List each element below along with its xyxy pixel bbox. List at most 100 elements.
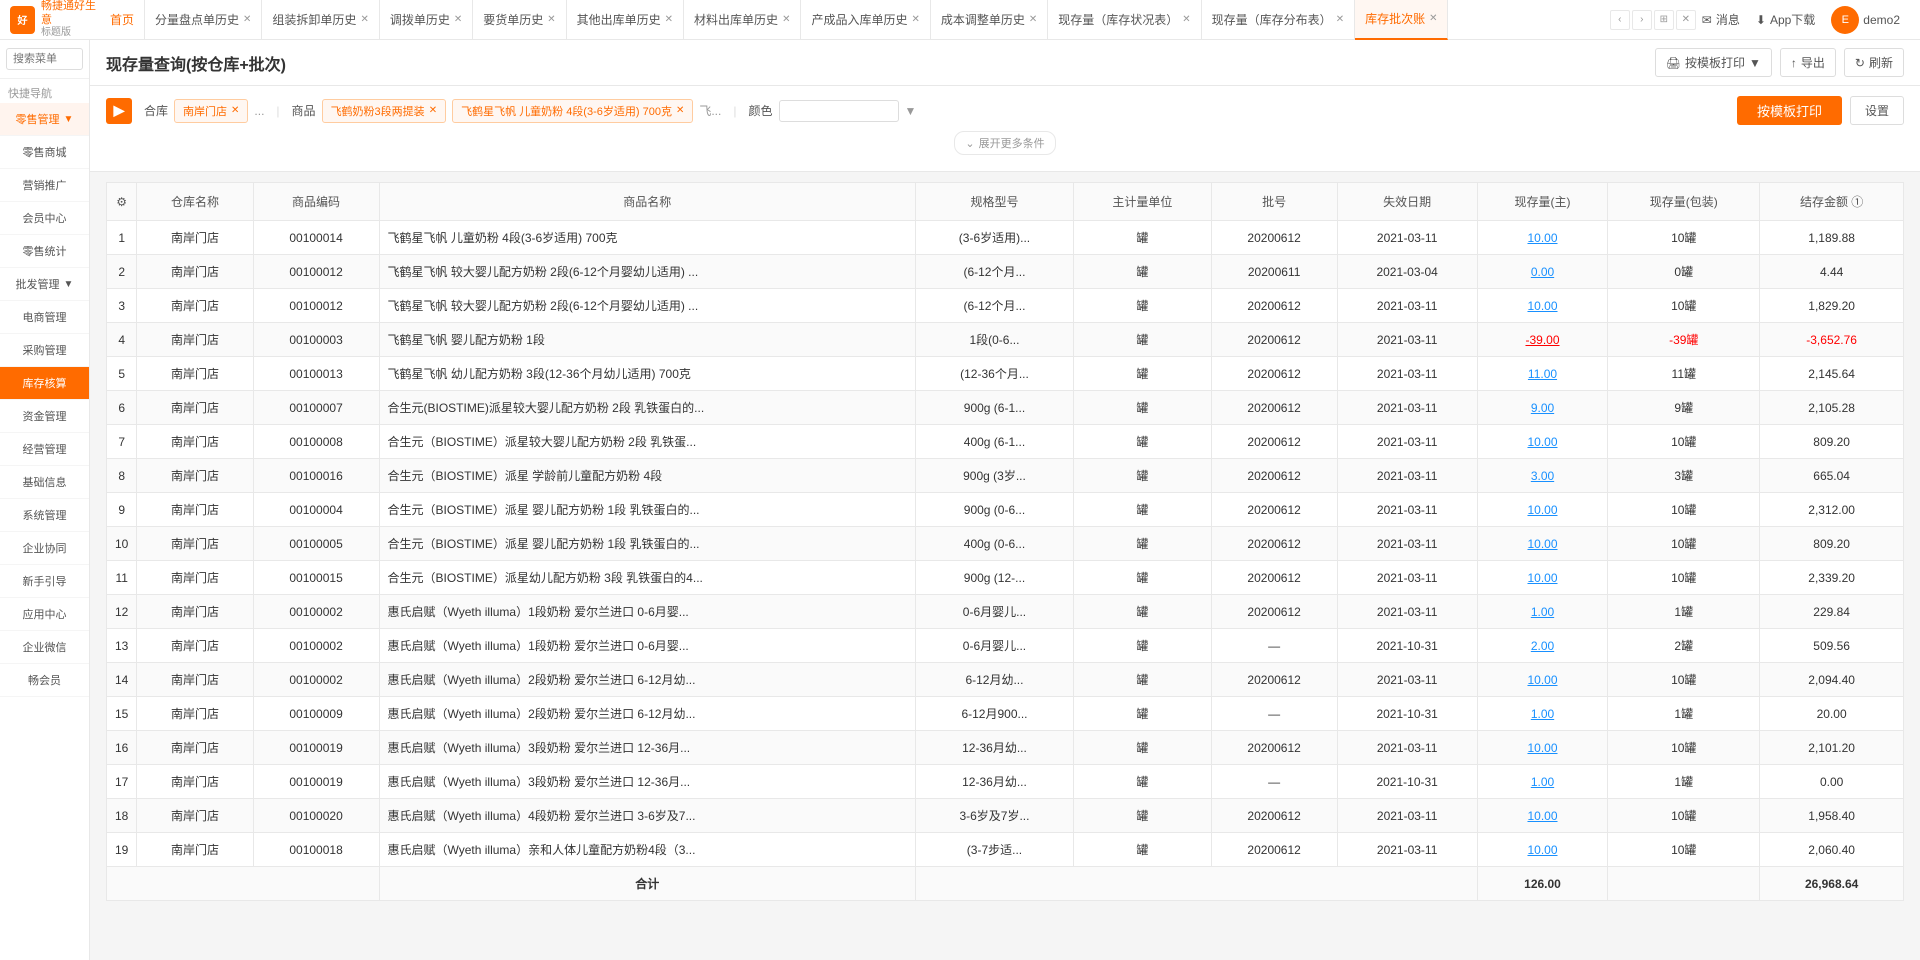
filter-expand-button[interactable]: ▶ [106,98,132,124]
search-input[interactable] [6,48,83,70]
row-qty-main[interactable]: 1.00 [1477,765,1608,799]
warehouse-more[interactable]: ... [254,104,264,118]
sidebar-item-operations[interactable]: 经营管理 [0,433,89,466]
tab-fenliangpandian[interactable]: 分量盘点单历史 ✕ [145,0,262,40]
sidebar-item-guide[interactable]: 新手引导 [0,565,89,598]
row-qty-main[interactable]: 10.00 [1477,493,1608,527]
row-qty-main[interactable]: 10.00 [1477,663,1608,697]
query-button[interactable]: 按模板打印 [1737,96,1842,125]
row-name: 惠氏启赋（Wyeth illuma）2段奶粉 爱尔兰进口 6-12月幼... [379,697,915,731]
sidebar-item-retail-mall[interactable]: 零售商城 [0,136,89,169]
row-qty-main[interactable]: -39.00 [1477,323,1608,357]
row-batch: 20200612 [1211,663,1337,697]
sidebar-item-inventory[interactable]: 库存核算 [0,367,89,400]
product-tag-1-close-icon[interactable]: ✕ [429,105,437,116]
row-spec: 12-36月幼... [915,765,1073,799]
sidebar-item-retail-management[interactable]: 零售管理 ▼ [0,103,89,136]
sidebar-item-wholesale[interactable]: 批发管理 ▼ [0,268,89,301]
sidebar-item-system[interactable]: 系统管理 [0,499,89,532]
row-qty-main[interactable]: 1.00 [1477,595,1608,629]
settings-button[interactable]: 设置 [1850,96,1904,125]
row-qty-main[interactable]: 10.00 [1477,799,1608,833]
tab-home[interactable]: 首页 [100,0,145,40]
tab-close-icon[interactable]: ✕ [243,14,251,25]
tab-close-icon[interactable]: ✕ [665,14,673,25]
row-qty-main[interactable]: 10.00 [1477,527,1608,561]
message-button[interactable]: ✉ 消息 [1702,11,1740,28]
row-qty-main[interactable]: 2.00 [1477,629,1608,663]
table-row: 12 南岸门店 00100002 惠氏启赋（Wyeth illuma）1段奶粉 … [107,595,1904,629]
product-tag-1[interactable]: 飞鹤奶粉3段两提装 ✕ [322,99,447,123]
tab-close-icon[interactable]: ✕ [1182,14,1190,25]
tab-close-icon[interactable]: ✕ [360,14,368,25]
color-input[interactable] [779,100,899,122]
sidebar-item-member-plus[interactable]: 畅会员 [0,664,89,697]
tab-close-icon[interactable]: ✕ [547,14,555,25]
row-index: 1 [107,221,137,255]
row-qty-main[interactable]: 11.00 [1477,357,1608,391]
row-amount: 1,189.88 [1760,221,1904,255]
tab-diaobo[interactable]: 调拨单历史 ✕ [380,0,473,40]
tab-close-icon[interactable]: ✕ [782,14,790,25]
row-name: 合生元（BIOSTIME）派星 婴儿配方奶粉 1段 乳铁蛋白的... [379,493,915,527]
product-tag-2-close-icon[interactable]: ✕ [676,105,684,116]
row-unit: 罐 [1073,425,1211,459]
row-name: 惠氏启赋（Wyeth illuma）3段奶粉 爱尔兰进口 12-36月... [379,731,915,765]
sidebar-item-ecommerce[interactable]: 电商管理 [0,301,89,334]
row-index: 14 [107,663,137,697]
sidebar-item-finance[interactable]: 资金管理 [0,400,89,433]
row-qty-main[interactable]: 10.00 [1477,731,1608,765]
tab-yaohuo[interactable]: 要货单历史 ✕ [473,0,566,40]
row-qty-main[interactable]: 10.00 [1477,425,1608,459]
row-qty-main[interactable]: 10.00 [1477,221,1608,255]
sidebar-item-base-info[interactable]: 基础信息 [0,466,89,499]
expand-more-button[interactable]: ⌄ 展开更多条件 [954,131,1055,155]
sidebar-item-app-center[interactable]: 应用中心 [0,598,89,631]
sidebar-item-members[interactable]: 会员中心 [0,202,89,235]
row-qty-main[interactable]: 10.00 [1477,561,1608,595]
row-qty-main[interactable]: 9.00 [1477,391,1608,425]
sidebar-item-wechat[interactable]: 企业微信 [0,631,89,664]
tab-next-button[interactable]: › [1632,10,1652,30]
refresh-button[interactable]: ↻ 刷新 [1844,48,1904,77]
row-qty-main[interactable]: 3.00 [1477,459,1608,493]
tab-close-all-button[interactable]: ✕ [1676,10,1696,30]
sidebar-item-retail-stats[interactable]: 零售统计 [0,235,89,268]
warehouse-tag-close-icon[interactable]: ✕ [231,105,239,116]
tab-qitachuku[interactable]: 其他出库单历史 ✕ [567,0,684,40]
table-row: 16 南岸门店 00100019 惠氏启赋（Wyeth illuma）3段奶粉 … [107,731,1904,765]
product-more[interactable]: 飞... [699,102,721,119]
tab-close-icon[interactable]: ✕ [1336,14,1344,25]
warehouse-tag[interactable]: 南岸门店 ✕ [174,99,248,123]
tab-close-icon[interactable]: ✕ [1029,14,1037,25]
sidebar-item-marketing[interactable]: 营销推广 [0,169,89,202]
row-warehouse: 南岸门店 [137,731,253,765]
tab-close-icon[interactable]: ✕ [454,14,462,25]
row-qty-main[interactable]: 10.00 [1477,289,1608,323]
tab-more-button[interactable]: ⊞ [1654,10,1674,30]
sidebar-item-enterprise[interactable]: 企业协同 [0,532,89,565]
row-qty-main[interactable]: 10.00 [1477,833,1608,867]
sidebar-item-purchase[interactable]: 采购管理 [0,334,89,367]
tab-close-icon[interactable]: ✕ [911,14,919,25]
row-qty-main[interactable]: 1.00 [1477,697,1608,731]
tab-xiancunliang1[interactable]: 现存量（库存状况表） ✕ [1048,0,1201,40]
export-button[interactable]: ↑ 导出 [1780,48,1836,77]
product-tag-2[interactable]: 飞鹤星飞帆 儿童奶粉 4段(3-6岁适用) 700克 ✕ [452,99,693,123]
tab-chanchengpinruku[interactable]: 产成品入库单历史 ✕ [801,0,930,40]
tab-zuzhangchaixiao[interactable]: 组装拆卸单历史 ✕ [262,0,379,40]
app-download-button[interactable]: ⬇ App下载 [1756,11,1815,28]
tab-cailiaochuku[interactable]: 材料出库单历史 ✕ [684,0,801,40]
data-table: ⚙ 仓库名称 商品编码 商品名称 规格型号 主计量单位 批号 失效日期 现存量(… [106,182,1904,901]
row-qty-main[interactable]: 0.00 [1477,255,1608,289]
color-dropdown-icon[interactable]: ▼ [905,104,917,118]
user-profile[interactable]: E demo2 [1831,6,1900,34]
tab-kucunpici[interactable]: 库存批次账 ✕ [1355,0,1448,40]
table-row: 3 南岸门店 00100012 飞鹤星飞帆 较大婴儿配方奶粉 2段(6-12个月… [107,289,1904,323]
tab-close-icon[interactable]: ✕ [1429,13,1437,24]
tab-xiancunliang2[interactable]: 现存量（库存分布表） ✕ [1202,0,1355,40]
tab-prev-button[interactable]: ‹ [1610,10,1630,30]
col-settings[interactable]: ⚙ [107,183,137,221]
print-button[interactable]: 🖨 按模板打印 ▼ [1655,48,1772,77]
tab-chenben[interactable]: 成本调整单历史 ✕ [931,0,1048,40]
